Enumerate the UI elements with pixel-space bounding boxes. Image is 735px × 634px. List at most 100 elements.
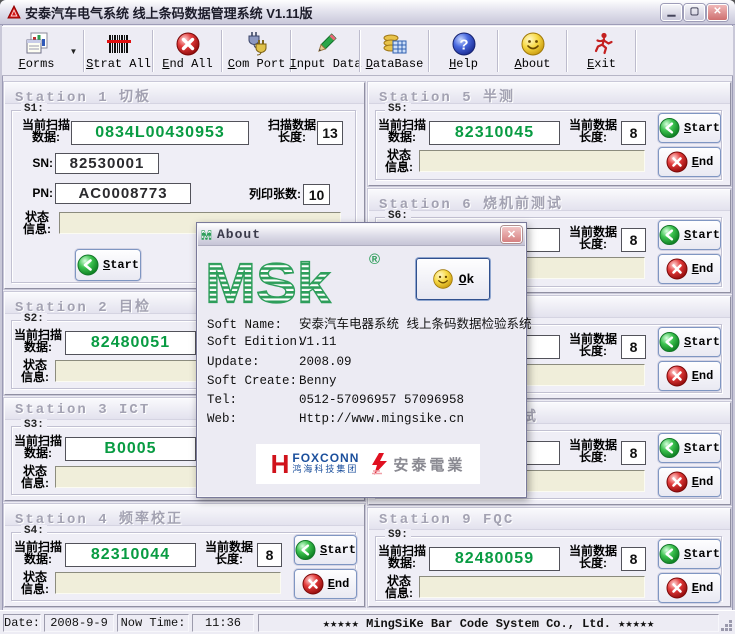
scan-data-field[interactable]: 82310044 — [65, 543, 196, 567]
about-dialog: M About ✕ MSk ® Ok Soft Name: 安泰汽车电器系统 线上… — [196, 222, 532, 498]
status-label: 状态信息: — [21, 358, 49, 384]
status-label: 状态信息: — [23, 210, 51, 236]
data-length-field[interactable]: 8 — [621, 335, 646, 359]
lightning-icon — [372, 453, 388, 475]
data-length-label: 当前数据 长度: — [568, 438, 617, 464]
help-icon: ? — [451, 30, 477, 58]
status-field[interactable] — [419, 150, 645, 172]
pencil-icon — [313, 30, 339, 58]
end-button[interactable]: End — [658, 573, 721, 603]
time-value: 11:36 — [192, 614, 254, 632]
data-length-label: 当前数据 长度: — [568, 225, 617, 251]
app-logo-icon — [7, 5, 21, 19]
title-bar: 安泰汽车电气系统 线上条码数据管理系统 V1.11版 ▁ ▢ ✕ — [0, 0, 735, 25]
start-button[interactable]: Start — [658, 113, 721, 143]
station-title: Station 5 半测 — [369, 83, 730, 104]
group-label: S5: — [385, 103, 411, 115]
com-port-button[interactable]: Com Port — [226, 28, 287, 74]
start-button[interactable]: Start — [658, 433, 721, 463]
station-panel-4: Station 4 频率校正 S4: 当前扫描 数据: 82310044 当前数据… — [4, 504, 365, 607]
about-button[interactable]: About — [502, 28, 563, 74]
toolbar-separator — [83, 30, 85, 72]
status-field[interactable] — [419, 576, 645, 598]
start-all-button[interactable]: Strat All — [86, 28, 151, 74]
smiley-icon — [432, 269, 453, 289]
database-button[interactable]: DataBase — [364, 28, 425, 74]
group-label: S1: — [21, 103, 47, 115]
end-button[interactable]: End — [294, 569, 357, 599]
start-icon — [77, 254, 99, 276]
start-button[interactable]: Start — [658, 539, 721, 569]
registered-mark: ® — [369, 251, 381, 268]
group-label: S3: — [21, 419, 47, 431]
scan-data-field[interactable]: 0834L00430953 — [71, 121, 249, 145]
about-row: Soft Name: 安泰汽车电器系统 线上条码数据检验系统 — [207, 318, 532, 332]
start-button[interactable]: Start — [658, 327, 721, 357]
end-button[interactable]: End — [658, 254, 721, 284]
close-button[interactable]: ✕ — [707, 3, 728, 21]
scan-data-label: 当前扫描数据: — [13, 328, 62, 354]
website-link[interactable]: Http://www.mingsike.cn — [299, 412, 464, 426]
start-button[interactable]: Start — [658, 220, 721, 250]
data-length-field[interactable]: 8 — [621, 547, 646, 571]
status-field[interactable] — [55, 572, 281, 594]
scan-data-field[interactable]: B0005 — [65, 437, 196, 461]
data-length-field[interactable]: 8 — [621, 228, 646, 252]
group-label: S2: — [21, 313, 47, 325]
start-icon — [659, 117, 680, 139]
scan-length-label: 扫描数据 长度: — [267, 118, 316, 144]
scan-data-field[interactable]: 82480059 — [429, 547, 560, 571]
start-icon — [659, 437, 680, 459]
resize-grip[interactable] — [720, 619, 733, 632]
status-label: 状态信息: — [21, 464, 49, 490]
toolbar-separator — [566, 30, 568, 72]
pn-field[interactable]: AC0008773 — [55, 183, 191, 204]
start-button[interactable]: Start — [75, 249, 141, 281]
forms-icon — [24, 30, 50, 58]
about-row: Tel: 0512-57096957 57096958 — [207, 393, 465, 407]
smiley-icon — [520, 30, 546, 58]
scan-data-label: 当前扫描数据: — [377, 118, 426, 144]
sn-label: SN: — [32, 156, 53, 170]
maximize-button[interactable]: ▢ — [684, 3, 705, 21]
help-button[interactable]: ? Help — [433, 28, 494, 74]
start-icon — [659, 543, 680, 565]
minimize-button[interactable]: ▁ — [661, 3, 682, 21]
forms-button[interactable]: Forms — [6, 28, 67, 74]
date-value: 2008-9-9 — [44, 614, 114, 632]
end-button[interactable]: End — [658, 147, 721, 177]
print-count-label: 列印张数: — [249, 187, 301, 201]
station-title: Station 9 FQC — [369, 509, 730, 530]
barcode-icon — [106, 30, 132, 58]
data-length-field[interactable]: 8 — [257, 543, 282, 567]
toolbar-separator — [221, 30, 223, 72]
scan-data-field[interactable]: 82480051 — [65, 331, 196, 355]
forms-dropdown-button[interactable]: ▼ — [67, 28, 80, 74]
database-icon — [382, 30, 408, 58]
sn-field[interactable]: 82530001 — [55, 153, 159, 174]
dialog-close-button[interactable]: ✕ — [501, 226, 522, 243]
data-length-field[interactable]: 8 — [621, 121, 646, 145]
input-data-button[interactable]: Input Data — [290, 28, 362, 74]
station-panel-9: Station 9 FQC S9: 当前扫描 数据: 82480059 当前数据长… — [368, 508, 731, 607]
data-length-field[interactable]: 8 — [621, 441, 646, 465]
pn-label: PN: — [32, 186, 53, 200]
group-label: S6: — [385, 210, 411, 222]
end-button[interactable]: End — [658, 467, 721, 497]
about-row: Soft Edition:V1.11 — [207, 335, 337, 349]
ok-button[interactable]: Ok — [416, 258, 490, 300]
svg-text:M: M — [201, 228, 212, 241]
end-icon — [666, 151, 688, 173]
about-row: Update: 2008.09 — [207, 355, 352, 369]
end-button[interactable]: End — [658, 361, 721, 391]
antai-logo: 安泰電業 — [371, 453, 465, 475]
start-button[interactable]: Start — [294, 535, 357, 565]
print-count-field[interactable]: 10 — [303, 184, 330, 205]
station-panel-5: Station 5 半测 S5: 当前扫描 数据: 82310045 当前数据 长度… — [368, 82, 731, 186]
partner-logos: H FOXCONN 鸿海科技集团 安泰電業 — [256, 444, 480, 484]
scan-data-field[interactable]: 82310045 — [429, 121, 560, 145]
end-all-button[interactable]: End All — [157, 28, 218, 74]
foxconn-logo: H FOXCONN 鸿海科技集团 — [270, 449, 360, 479]
scan-length-field[interactable]: 13 — [317, 121, 343, 145]
exit-button[interactable]: Exit — [571, 28, 632, 74]
